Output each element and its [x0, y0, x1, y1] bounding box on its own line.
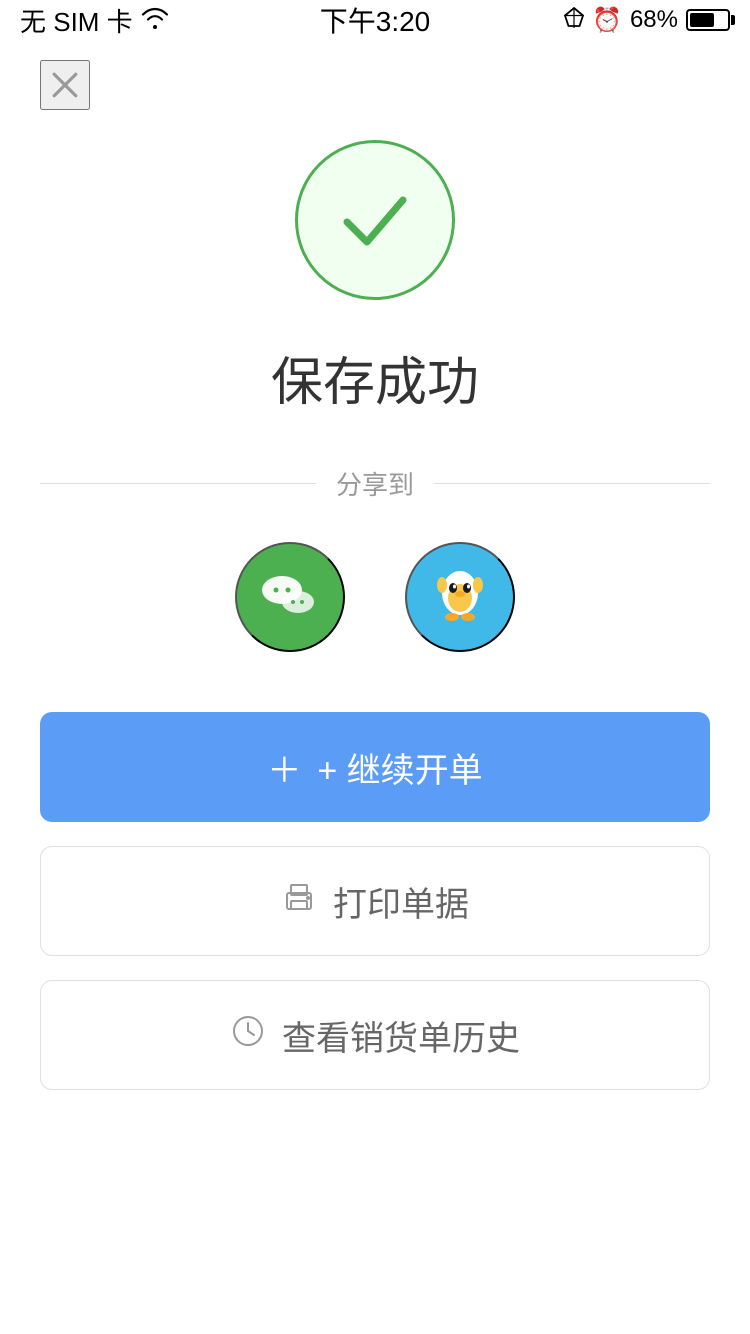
- close-button[interactable]: [40, 60, 90, 110]
- share-icons: [235, 542, 515, 652]
- history-label: 查看销货单历史: [282, 1011, 520, 1060]
- divider-left: [40, 483, 316, 484]
- print-label: 打印单据: [333, 877, 469, 926]
- status-left: 无 SIM 卡: [20, 2, 169, 39]
- qq-icon: [428, 563, 492, 631]
- history-icon: [230, 1013, 266, 1058]
- wechat-icon: [258, 568, 322, 626]
- alarm-icon: ⏰: [592, 6, 622, 35]
- no-sim-label: 无 SIM 卡: [20, 2, 133, 39]
- share-divider: 分享到: [40, 465, 710, 502]
- continue-icon: ＋: [267, 743, 301, 792]
- location-icon: [564, 6, 584, 35]
- continue-button[interactable]: ＋ + 继续开单: [40, 712, 710, 822]
- wifi-icon: [141, 5, 169, 36]
- history-button[interactable]: 查看销货单历史: [40, 980, 710, 1090]
- qq-share-button[interactable]: [405, 542, 515, 652]
- divider-right: [434, 483, 710, 484]
- success-circle: [295, 140, 455, 300]
- continue-label: + 继续开单: [317, 743, 482, 792]
- checkmark-icon: [335, 180, 415, 260]
- close-icon: [47, 67, 83, 103]
- status-bar: 无 SIM 卡 下午3:20 ⏰ 68%: [0, 0, 750, 40]
- print-button[interactable]: 打印单据: [40, 846, 710, 956]
- status-time: 下午3:20: [320, 0, 431, 40]
- wechat-share-button[interactable]: [235, 542, 345, 652]
- main-content: 保存成功 分享到: [0, 40, 750, 1334]
- success-title: 保存成功: [271, 340, 479, 415]
- share-label: 分享到: [336, 465, 414, 502]
- battery-percentage: 68%: [630, 6, 678, 34]
- battery-icon: [686, 9, 730, 31]
- status-right: ⏰ 68%: [564, 6, 730, 35]
- print-icon: [281, 879, 317, 924]
